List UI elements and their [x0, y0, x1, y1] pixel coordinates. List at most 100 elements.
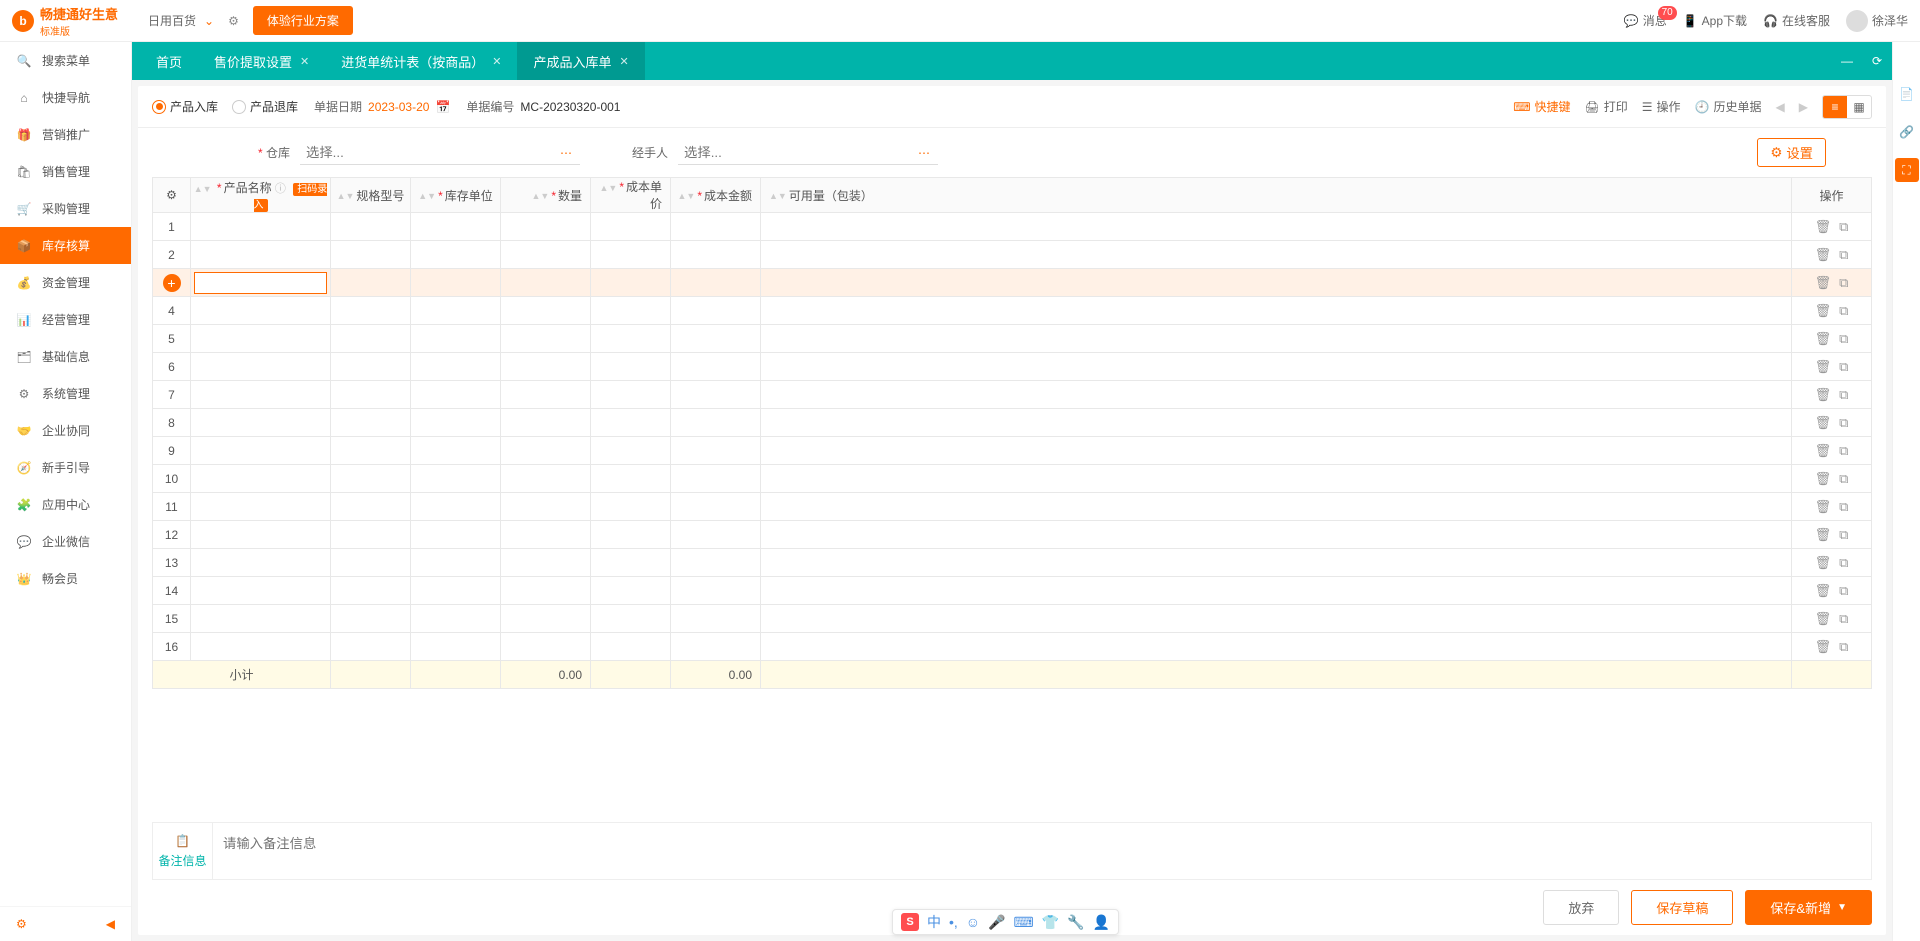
- col-unit[interactable]: ▲▼*库存单位: [411, 178, 501, 213]
- copy-icon[interactable]: ⧉: [1839, 415, 1848, 430]
- radio-product-in[interactable]: 产品入库: [152, 98, 218, 115]
- store-selector[interactable]: 日用百货 ⌄: [148, 12, 214, 29]
- view-list[interactable]: ≡: [1823, 96, 1847, 118]
- sidebar-item-4[interactable]: 🛒采购管理: [0, 190, 131, 227]
- copy-icon[interactable]: ⧉: [1839, 359, 1848, 374]
- ime-lang[interactable]: 中: [927, 912, 941, 932]
- col-gear[interactable]: ⚙: [153, 178, 191, 213]
- copy-icon[interactable]: ⧉: [1839, 387, 1848, 402]
- sidebar-item-7[interactable]: 📊经营管理: [0, 301, 131, 338]
- delete-icon[interactable]: 🗑: [1815, 471, 1832, 486]
- col-cost-amount[interactable]: ▲▼*成本金额: [671, 178, 761, 213]
- product-name-input[interactable]: [194, 272, 327, 294]
- ime-keyboard-icon[interactable]: ⌨: [1014, 914, 1034, 931]
- copy-icon[interactable]: ⧉: [1839, 555, 1848, 570]
- sidebar-item-12[interactable]: 🧩应用中心: [0, 486, 131, 523]
- close-icon[interactable]: ✕: [620, 55, 629, 68]
- operate-button[interactable]: ☰ 操作: [1642, 98, 1681, 115]
- col-product-name[interactable]: ▲▼ *产品名称 ⓘ 扫码录入: [191, 178, 331, 213]
- table-row[interactable]: 5🗑⧉: [153, 325, 1872, 353]
- operator-input[interactable]: [678, 141, 938, 165]
- table-row[interactable]: 11🗑⧉: [153, 493, 1872, 521]
- operator-more-icon[interactable]: ⋯: [918, 146, 930, 160]
- remark-input[interactable]: [213, 823, 1871, 879]
- delete-icon[interactable]: 🗑: [1815, 583, 1832, 598]
- copy-icon[interactable]: ⧉: [1839, 499, 1848, 514]
- experience-button[interactable]: 体验行业方案: [253, 6, 353, 35]
- sidebar-item-1[interactable]: ⌂快捷导航: [0, 79, 131, 116]
- table-row[interactable]: 6🗑⧉: [153, 353, 1872, 381]
- table-row[interactable]: 12🗑⧉: [153, 521, 1872, 549]
- add-row-icon[interactable]: +: [163, 274, 181, 292]
- sidebar-item-14[interactable]: 👑畅会员: [0, 560, 131, 597]
- copy-icon[interactable]: ⧉: [1839, 219, 1848, 234]
- delete-icon[interactable]: 🗑: [1815, 611, 1832, 626]
- delete-icon[interactable]: 🗑: [1815, 303, 1832, 318]
- close-icon[interactable]: ✕: [300, 55, 309, 68]
- history-button[interactable]: 🕘 历史单据: [1695, 98, 1762, 115]
- tabs-minimize[interactable]: —: [1832, 42, 1862, 80]
- rail-link-icon[interactable]: 🔗: [1895, 120, 1919, 144]
- table-row[interactable]: 15🗑⧉: [153, 605, 1872, 633]
- delete-icon[interactable]: 🗑: [1815, 527, 1832, 542]
- delete-icon[interactable]: 🗑: [1815, 443, 1832, 458]
- tab-2[interactable]: 进货单统计表（按商品）✕: [325, 42, 517, 80]
- ime-mic-icon[interactable]: 🎤: [988, 914, 1005, 931]
- table-row[interactable]: 14🗑⧉: [153, 577, 1872, 605]
- table-row[interactable]: 4🗑⧉: [153, 297, 1872, 325]
- view-card[interactable]: ▦: [1847, 96, 1871, 118]
- delete-icon[interactable]: 🗑: [1815, 555, 1832, 570]
- copy-icon[interactable]: ⧉: [1839, 303, 1848, 318]
- delete-icon[interactable]: 🗑: [1815, 331, 1832, 346]
- sidebar-item-9[interactable]: ⚙系统管理: [0, 375, 131, 412]
- user-menu[interactable]: 徐泽华: [1846, 10, 1908, 32]
- sidebar-item-5[interactable]: 📦库存核算: [0, 227, 131, 264]
- table-row[interactable]: 13🗑⧉: [153, 549, 1872, 577]
- prev-button[interactable]: ◀: [1776, 100, 1785, 114]
- sidebar-item-2[interactable]: 🎁营销推广: [0, 116, 131, 153]
- column-settings-button[interactable]: ⚙ 设置: [1757, 138, 1826, 167]
- warehouse-more-icon[interactable]: ⋯: [560, 146, 572, 160]
- message-button[interactable]: 💬 消息 70: [1624, 12, 1667, 29]
- rail-doc-icon[interactable]: 📄: [1895, 82, 1919, 106]
- ime-punct-icon[interactable]: •,: [949, 914, 958, 930]
- tab-3[interactable]: 产成品入库单✕: [517, 42, 644, 80]
- copy-icon[interactable]: ⧉: [1839, 471, 1848, 486]
- delete-icon[interactable]: 🗑: [1815, 639, 1832, 654]
- sidebar-item-8[interactable]: 🗂基础信息: [0, 338, 131, 375]
- col-qty[interactable]: ▲▼*数量: [501, 178, 591, 213]
- discard-button[interactable]: 放弃: [1543, 890, 1619, 925]
- online-service-button[interactable]: 🎧 在线客服: [1763, 12, 1830, 29]
- sidebar-item-3[interactable]: 🛍销售管理: [0, 153, 131, 190]
- table-row[interactable]: 9🗑⧉: [153, 437, 1872, 465]
- ime-tool-icon[interactable]: 🔧: [1067, 914, 1084, 931]
- delete-icon[interactable]: 🗑: [1815, 247, 1832, 262]
- col-cost-price[interactable]: ▲▼*成本单价: [591, 178, 671, 213]
- delete-icon[interactable]: 🗑: [1815, 387, 1832, 402]
- delete-icon[interactable]: 🗑: [1815, 499, 1832, 514]
- table-row[interactable]: 2🗑⧉: [153, 241, 1872, 269]
- close-icon[interactable]: ✕: [492, 55, 501, 68]
- delete-icon[interactable]: 🗑: [1815, 275, 1832, 290]
- col-spec[interactable]: ▲▼规格型号: [331, 178, 411, 213]
- sidebar-item-11[interactable]: 🧭新手引导: [0, 449, 131, 486]
- table-row[interactable]: 7🗑⧉: [153, 381, 1872, 409]
- delete-icon[interactable]: 🗑: [1815, 415, 1832, 430]
- gear-icon[interactable]: ⚙: [228, 14, 239, 28]
- delete-icon[interactable]: 🗑: [1815, 219, 1832, 234]
- delete-icon[interactable]: 🗑: [1815, 359, 1832, 374]
- warehouse-input[interactable]: [300, 141, 580, 165]
- table-row[interactable]: 16🗑⧉: [153, 633, 1872, 661]
- copy-icon[interactable]: ⧉: [1839, 247, 1848, 262]
- shortcut-button[interactable]: ⌨ 快捷键: [1513, 98, 1570, 115]
- rail-expand-icon[interactable]: ⛶: [1895, 158, 1919, 182]
- table-row[interactable]: 8🗑⧉: [153, 409, 1872, 437]
- radio-product-out[interactable]: 产品退库: [232, 98, 298, 115]
- ime-skin-icon[interactable]: 👕: [1042, 914, 1059, 931]
- calendar-icon[interactable]: 📅: [435, 100, 450, 114]
- ime-toolbar[interactable]: S 中 •, ☺ 🎤 ⌨ 👕 🔧 👤: [892, 909, 1119, 935]
- copy-icon[interactable]: ⧉: [1839, 331, 1848, 346]
- copy-icon[interactable]: ⧉: [1839, 527, 1848, 542]
- table-row[interactable]: 1🗑⧉: [153, 213, 1872, 241]
- ime-user-icon[interactable]: 👤: [1093, 914, 1110, 931]
